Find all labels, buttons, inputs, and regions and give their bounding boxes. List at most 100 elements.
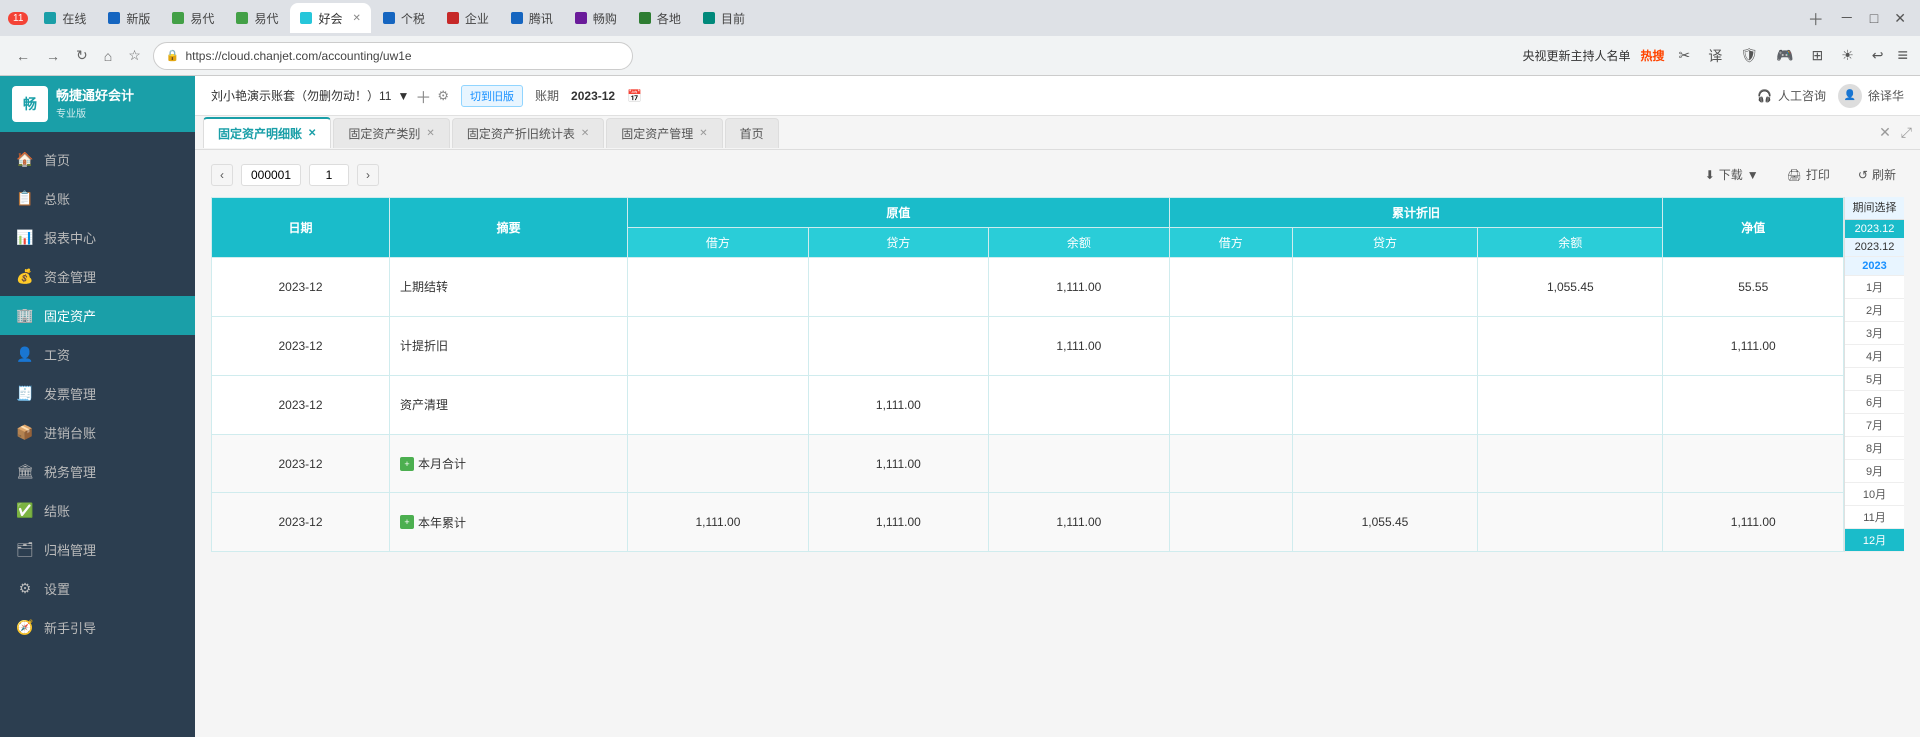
col-orig-value: 原值 xyxy=(628,198,1169,228)
print-button[interactable]: 🖨 打印 xyxy=(1779,162,1838,187)
table-row: 2023-12资产清理1,111.00 xyxy=(212,375,1844,434)
sidebar-item-guide[interactable]: 🧭新手引导 xyxy=(0,608,195,647)
game-icon[interactable]: 🎮 xyxy=(1772,45,1797,66)
bookmark-button[interactable]: ☆ xyxy=(124,43,145,68)
cell-dep-balance xyxy=(1478,375,1663,434)
period-month-3月[interactable]: 3月 xyxy=(1845,322,1904,345)
sidebar-item-funds[interactable]: 💰资金管理 xyxy=(0,257,195,296)
scissors-icon[interactable]: ✂ xyxy=(1675,45,1695,66)
menu-button[interactable]: ≡ xyxy=(1897,45,1908,66)
settings-icon[interactable]: ⚙ xyxy=(437,88,449,104)
page-number-input[interactable] xyxy=(309,164,349,186)
calendar-icon[interactable]: 📅 xyxy=(627,89,642,103)
cell-orig-balance: 1,111.00 xyxy=(989,316,1169,375)
period-month-1月[interactable]: 1月 xyxy=(1845,276,1904,299)
page-tab-asset-category[interactable]: 固定资产类别✕ xyxy=(333,118,449,148)
browser-tab-6[interactable]: 个税 xyxy=(373,3,435,33)
page-tab-close-depreciation[interactable]: ✕ xyxy=(581,128,589,139)
sidebar-item-general[interactable]: 📋总账 xyxy=(0,179,195,218)
expand-panel-button[interactable]: ⤢ xyxy=(1901,124,1912,141)
period-month-4月[interactable]: 4月 xyxy=(1845,345,1904,368)
sidebar-item-archive[interactable]: 🗂归档管理 xyxy=(0,530,195,569)
browser-tab-3[interactable]: 易代 xyxy=(162,3,224,33)
sidebar-item-assets[interactable]: 🏢固定资产 xyxy=(0,296,195,335)
favicon-3 xyxy=(172,12,184,24)
period-month-12月[interactable]: 12月 xyxy=(1845,529,1904,552)
cell-net-value xyxy=(1663,434,1844,493)
page-tab-close-asset-category[interactable]: ✕ xyxy=(426,128,434,139)
sidebar-subtitle: 专业版 xyxy=(56,105,134,120)
period-month-8月[interactable]: 8月 xyxy=(1845,437,1904,460)
period-month-9月[interactable]: 9月 xyxy=(1845,460,1904,483)
sidebar-item-tax[interactable]: 🏛税务管理 xyxy=(0,452,195,491)
refresh-button[interactable]: ↺ 刷新 xyxy=(1850,162,1904,187)
nav-icon-checkout: ✅ xyxy=(16,502,34,520)
browser-tab-5[interactable]: 好会✕ xyxy=(290,3,370,33)
user-profile[interactable]: 👤 徐译华 xyxy=(1838,84,1904,108)
period-month-5月[interactable]: 5月 xyxy=(1845,368,1904,391)
period-date-1[interactable]: 2023.12 xyxy=(1845,220,1904,238)
dropdown-icon[interactable]: ▼ xyxy=(397,89,409,103)
browser-tab-10[interactable]: 各地 xyxy=(629,3,691,33)
period-month-10月[interactable]: 10月 xyxy=(1845,483,1904,506)
page-tab-assets-mgmt[interactable]: 固定资产管理✕ xyxy=(606,118,722,148)
period-month-6月[interactable]: 6月 xyxy=(1845,391,1904,414)
sidebar-item-salary[interactable]: 👤工资 xyxy=(0,335,195,374)
home-browser-button[interactable]: ⌂ xyxy=(100,44,116,68)
maximize-button[interactable]: □ xyxy=(1864,8,1884,28)
page-tab-close-asset-ledger[interactable]: ✕ xyxy=(308,128,316,139)
sidebar-item-settings[interactable]: ⚙设置 xyxy=(0,569,195,608)
page-code-input[interactable] xyxy=(241,164,301,186)
translate-icon[interactable]: 译 xyxy=(1704,44,1726,68)
browser-tab-9[interactable]: 畅购 xyxy=(565,3,627,33)
cell-orig-credit: 1,111.00 xyxy=(808,434,988,493)
download-button[interactable]: ⬇ 下载 ▼ xyxy=(1697,162,1767,187)
sidebar-item-inventory[interactable]: 📦进销台账 xyxy=(0,413,195,452)
hot-search-label[interactable]: 热搜 xyxy=(1640,47,1664,64)
browser-tab-1[interactable]: 在线 xyxy=(34,3,96,33)
period-month-7月[interactable]: 7月 xyxy=(1845,414,1904,437)
add-account-button[interactable]: ＋ xyxy=(415,84,431,108)
sidebar-item-checkout[interactable]: ✅结账 xyxy=(0,491,195,530)
forward-button[interactable]: → xyxy=(42,44,64,68)
browser-tab-7[interactable]: 企业 xyxy=(437,3,499,33)
page-tab-asset-ledger[interactable]: 固定资产明细账✕ xyxy=(203,117,331,148)
browser-tab-11[interactable]: 目前 xyxy=(693,3,755,33)
period-year[interactable]: 2023 xyxy=(1845,257,1904,276)
nav-icon-report: 📊 xyxy=(16,229,34,247)
page-tab-close-assets-mgmt[interactable]: ✕ xyxy=(699,128,707,139)
col-dep-credit: 贷方 xyxy=(1292,228,1477,258)
minimize-button[interactable]: － xyxy=(1834,6,1860,30)
tab-close-5[interactable]: ✕ xyxy=(352,13,360,24)
favicon-6 xyxy=(383,12,395,24)
back-button[interactable]: ← xyxy=(12,44,34,68)
next-page-button[interactable]: › xyxy=(357,164,379,186)
service-btn[interactable]: 🎧 人工咨询 xyxy=(1757,87,1826,104)
grid-icon[interactable]: ⊞ xyxy=(1807,45,1827,66)
cell-summary: 计提折旧 xyxy=(390,316,628,375)
sidebar-item-report[interactable]: 📊报表中心 xyxy=(0,218,195,257)
browser-tab-8[interactable]: 腾讯 xyxy=(501,3,563,33)
period-month-11月[interactable]: 11月 xyxy=(1845,506,1904,529)
undo-icon[interactable]: ↩ xyxy=(1868,45,1888,66)
close-button[interactable]: ✕ xyxy=(1888,8,1912,29)
prev-page-button[interactable]: ‹ xyxy=(211,164,233,186)
address-input[interactable]: 🔒 https://cloud.chanjet.com/accounting/u… xyxy=(153,42,633,70)
cell-date: 2023-12 xyxy=(212,316,390,375)
period-month-2月[interactable]: 2月 xyxy=(1845,299,1904,322)
extension-icon[interactable]: 🛡 xyxy=(1736,45,1762,66)
brightness-icon[interactable]: ☀ xyxy=(1837,45,1858,66)
sidebar-item-invoice[interactable]: 🧾发票管理 xyxy=(0,374,195,413)
page-tab-home[interactable]: 首页 xyxy=(725,118,779,148)
period-date-2[interactable]: 2023.12 xyxy=(1845,238,1904,257)
new-tab-button[interactable]: ＋ xyxy=(1800,6,1832,30)
browser-tab-4[interactable]: 易代 xyxy=(226,3,288,33)
version-switch-btn[interactable]: 切到旧版 xyxy=(461,85,523,107)
tab-label-9: 畅购 xyxy=(593,10,617,27)
browser-tab-2[interactable]: 新版 xyxy=(98,3,160,33)
close-panel-button[interactable]: ✕ xyxy=(1879,124,1891,141)
cell-dep-debit xyxy=(1169,493,1292,552)
page-tab-depreciation[interactable]: 固定资产折旧统计表✕ xyxy=(452,118,604,148)
sidebar-item-home[interactable]: 🏠首页 xyxy=(0,140,195,179)
refresh-browser-button[interactable]: ↻ xyxy=(72,43,92,68)
